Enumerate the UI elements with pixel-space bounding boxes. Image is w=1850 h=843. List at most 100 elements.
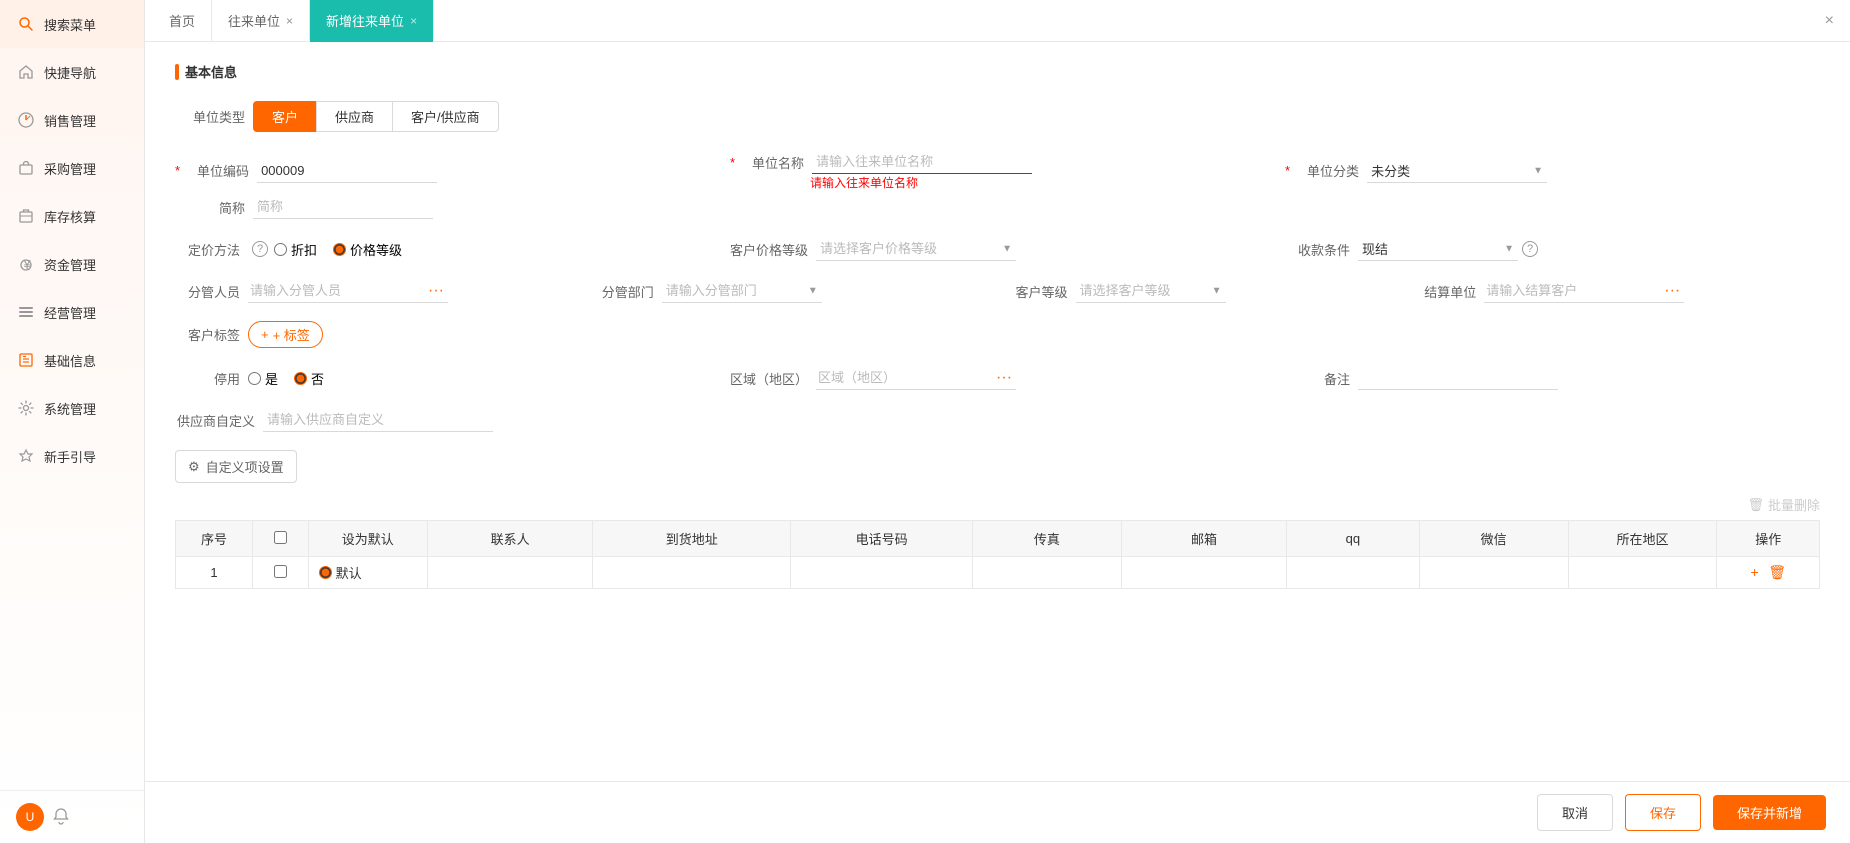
tab-bar: 首页 往来单位 × 新增往来单位 × × [145,0,1850,42]
qq-input[interactable] [1323,565,1383,580]
sidebar-item-basic-info[interactable]: 基础信息 [0,336,144,384]
sidebar-bottom: U [0,790,144,843]
tab-home[interactable]: 首页 [153,0,212,42]
settlement-unit-input[interactable] [1484,279,1660,302]
save-button[interactable]: 保存 [1625,794,1701,831]
cell-settlement-unit: 结算单位 ··· [1416,279,1820,303]
save-and-add-button[interactable]: 保存并新增 [1713,795,1826,830]
remark-input[interactable] [1358,366,1558,390]
select-all-checkbox[interactable] [274,531,287,544]
phone-input[interactable] [837,565,927,580]
tab-partner-list[interactable]: 往来单位 × [212,0,310,42]
row-default-radio-input[interactable] [319,566,332,579]
payment-help-icon[interactable]: ? [1522,241,1538,257]
pricing-help-icon[interactable]: ? [252,241,268,257]
add-row-icon[interactable]: + [1747,564,1761,580]
user-avatar[interactable]: U [16,803,44,831]
cell-phone[interactable] [791,557,973,589]
add-tag-button[interactable]: + + 标签 [248,321,323,348]
unit-code-input[interactable] [257,159,437,183]
email-input[interactable] [1164,565,1244,580]
radio-discount[interactable]: 折扣 [274,240,317,259]
btn-customer[interactable]: 客户 [253,101,316,132]
cell-pricing-method: 定价方法 ? 折扣 价格等级 [175,240,710,259]
contact-input[interactable] [470,565,550,580]
region-dots-btn[interactable]: ··· [992,369,1016,387]
th-checkbox [252,521,308,557]
pricing-radio-group: 折扣 价格等级 [274,240,402,259]
cancel-button[interactable]: 取消 [1537,794,1613,831]
unit-category-select-wrap [1367,159,1547,183]
manager-input[interactable] [248,279,424,302]
customer-price-level-select-wrap [816,237,1016,261]
sidebar-item-purchase[interactable]: 采购管理 [0,144,144,192]
cell-wechat[interactable] [1419,557,1568,589]
row-region-input[interactable] [1608,565,1678,580]
global-close-button[interactable]: × [1817,12,1842,30]
row-checkbox[interactable] [274,565,287,578]
sidebar-item-inventory[interactable]: 库存核算 [0,192,144,240]
box-icon [16,206,36,226]
sidebar-item-label: 采购管理 [44,159,96,178]
dept-input[interactable] [662,279,822,303]
notification-icon[interactable] [52,807,70,828]
sidebar-item-finance[interactable]: ¥ 资金管理 [0,240,144,288]
radio-no[interactable]: 否 [294,369,324,388]
radio-price-level[interactable]: 价格等级 [333,240,402,259]
sidebar-item-operations[interactable]: 经营管理 [0,288,144,336]
cell-disabled: 停用 是 否 [175,369,710,388]
sidebar-item-label: 快捷导航 [44,63,96,82]
radio-yes-input[interactable] [248,372,261,385]
tab-new-partner[interactable]: 新增往来单位 × [310,0,434,42]
cell-contact[interactable] [428,557,593,589]
cell-manager: 分管人员 ··· [175,279,579,303]
tab-new-partner-close[interactable]: × [410,14,417,28]
th-phone: 电话号码 [791,521,973,557]
unit-category-input[interactable] [1367,159,1547,183]
batch-delete-button[interactable]: 🗑 批量删除 [1747,495,1820,514]
fax-input[interactable] [1012,565,1082,580]
cell-default: 默认 [308,557,427,589]
sidebar-item-system[interactable]: 系统管理 [0,384,144,432]
unit-name-input[interactable] [812,150,1032,174]
payment-condition-input[interactable] [1358,237,1518,261]
wechat-input[interactable] [1459,565,1529,580]
radio-yes[interactable]: 是 [248,369,278,388]
sidebar-item-label: 经营管理 [44,303,96,322]
radio-price-level-input[interactable] [333,243,346,256]
cell-abbr: 简称 [175,195,433,219]
custom-settings-button[interactable]: ⚙ 自定义项设置 [175,450,297,483]
customer-price-level-input[interactable] [816,237,1016,261]
abbr-input[interactable] [253,195,433,219]
sidebar-search-label: 搜索菜单 [44,15,96,34]
region-input[interactable] [816,366,992,389]
btn-supplier[interactable]: 供应商 [316,101,392,132]
cell-seq: 1 [176,557,253,589]
disabled-radio-group: 是 否 [248,369,324,388]
cell-address[interactable] [593,557,791,589]
content-area: 基本信息 单位类型 客户 供应商 客户/供应商 * 单位编码 * 单位名称 [145,42,1850,781]
delete-row-icon[interactable]: 🗑 [1765,564,1789,580]
sidebar-item-quick-nav[interactable]: 快捷导航 [0,48,144,96]
info-icon [16,350,36,370]
btn-both[interactable]: 客户/供应商 [392,101,499,132]
row-default-radio[interactable]: 默认 [319,563,417,582]
cell-qq[interactable] [1287,557,1420,589]
cell-email[interactable] [1121,557,1286,589]
customer-level-input[interactable] [1076,279,1226,303]
main-area: 首页 往来单位 × 新增往来单位 × × 基本信息 单位类型 客户 供应商 客户… [145,0,1850,843]
radio-discount-input[interactable] [274,243,287,256]
radio-no-input[interactable] [294,372,307,385]
row-abbr: 简称 [175,195,1820,219]
supplier-custom-input[interactable] [263,408,493,432]
cell-region[interactable] [1568,557,1717,589]
tab-partner-list-close[interactable]: × [286,14,293,28]
manager-dots-btn[interactable]: ··· [424,282,448,300]
cell-unit-code: * 单位编码 [175,150,710,191]
cell-fax[interactable] [972,557,1121,589]
sidebar-search[interactable]: 搜索菜单 [0,0,144,48]
address-input[interactable] [642,565,742,580]
sidebar-item-sales[interactable]: 销售管理 [0,96,144,144]
settlement-unit-dots-btn[interactable]: ··· [1660,282,1684,300]
sidebar-item-guide[interactable]: 新手引导 [0,432,144,480]
